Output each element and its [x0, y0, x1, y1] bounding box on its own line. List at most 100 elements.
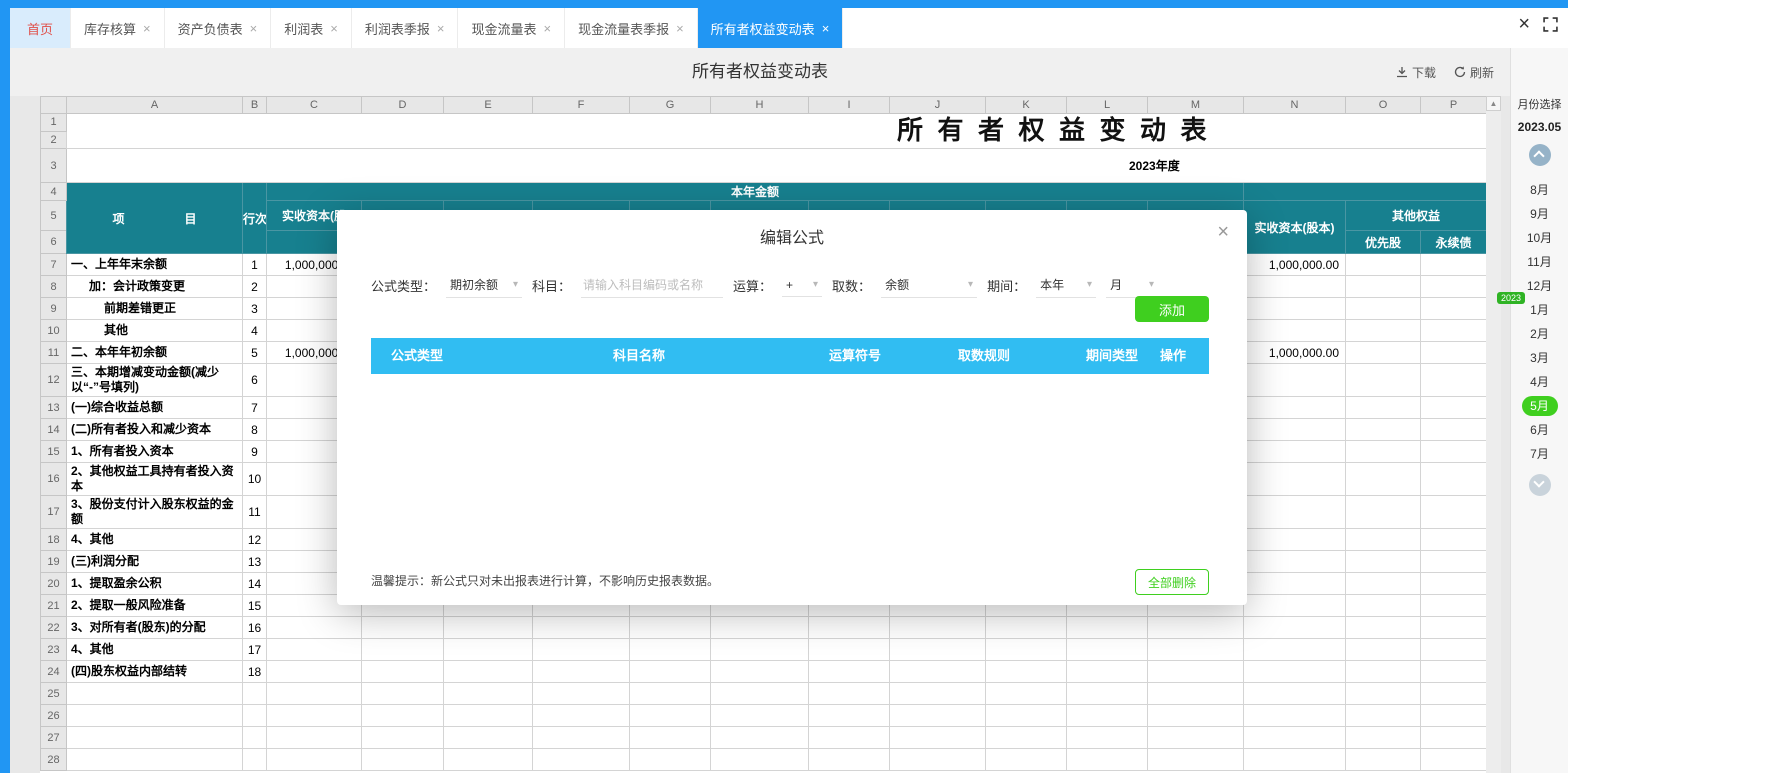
select-all-corner[interactable] — [40, 96, 67, 114]
row-label-cell[interactable]: 2、其他权益工具持有者投入资本 — [66, 462, 243, 496]
cell[interactable] — [889, 704, 986, 727]
cell[interactable] — [1345, 396, 1421, 419]
cell[interactable] — [985, 726, 1067, 749]
cell[interactable] — [1420, 440, 1486, 463]
row-label-cell[interactable]: (二)所有者投入和减少资本 — [66, 418, 243, 441]
value-cell[interactable] — [1243, 495, 1346, 529]
cell[interactable] — [1420, 748, 1486, 771]
dialog-close-icon[interactable]: × — [1217, 222, 1229, 242]
row-label-cell[interactable]: 3、股份支付计入股东权益的金额 — [66, 495, 243, 529]
row-header[interactable]: 3 — [40, 148, 67, 183]
delete-all-button[interactable]: 全部删除 — [1135, 569, 1209, 595]
header-line[interactable]: 行次 — [242, 182, 267, 254]
header-col[interactable]: 其他权益 — [1345, 200, 1486, 231]
cell[interactable] — [1345, 660, 1421, 683]
subject-input[interactable] — [581, 272, 724, 298]
cell[interactable] — [1345, 528, 1421, 551]
cell[interactable] — [629, 660, 711, 683]
cell[interactable] — [1345, 572, 1421, 595]
cell[interactable] — [808, 748, 890, 771]
cell[interactable] — [710, 616, 809, 639]
row-label-cell[interactable]: 1、所有者投入资本 — [66, 440, 243, 463]
row-header[interactable]: 25 — [40, 682, 67, 705]
cell[interactable] — [1420, 319, 1486, 342]
line-number-cell[interactable] — [242, 682, 267, 705]
scrollbar-up-arrow-icon[interactable]: ▲ — [1486, 96, 1501, 111]
value-cell[interactable] — [266, 682, 362, 705]
report-tab[interactable]: 库存核算 × — [71, 8, 165, 48]
header-group[interactable]: 本年金额 — [266, 182, 1244, 201]
cell[interactable] — [1147, 748, 1244, 771]
cell[interactable] — [1420, 594, 1486, 617]
cell[interactable] — [1420, 704, 1486, 727]
cell[interactable] — [1420, 462, 1486, 496]
row-header[interactable]: 17 — [40, 495, 67, 529]
row-header[interactable]: 19 — [40, 550, 67, 573]
line-number-cell[interactable] — [242, 704, 267, 727]
value-cell[interactable] — [1243, 528, 1346, 551]
tab-close-icon[interactable]: × — [143, 22, 151, 35]
row-label-cell[interactable]: (三)利润分配 — [66, 550, 243, 573]
month-item[interactable]: 11月 — [1511, 250, 1568, 274]
line-number-cell[interactable] — [242, 748, 267, 771]
row-label-cell[interactable]: 3、对所有者(股东)的分配 — [66, 616, 243, 639]
line-number-cell[interactable]: 8 — [242, 418, 267, 441]
cell[interactable] — [985, 704, 1067, 727]
row-header[interactable]: 7 — [40, 253, 67, 276]
month-item[interactable]: 7月 — [1511, 442, 1568, 466]
cell[interactable] — [1345, 726, 1421, 749]
row-header[interactable]: 22 — [40, 616, 67, 639]
cell[interactable] — [710, 682, 809, 705]
column-header[interactable]: K — [985, 96, 1067, 114]
value-cell[interactable] — [1243, 594, 1346, 617]
value-cell[interactable] — [1243, 440, 1346, 463]
line-number-cell[interactable]: 7 — [242, 396, 267, 419]
report-tab[interactable]: 现金流量表 × — [458, 8, 566, 48]
row-label-cell[interactable] — [66, 748, 243, 771]
column-header[interactable]: A — [66, 96, 243, 114]
cell[interactable] — [1066, 660, 1148, 683]
cell[interactable] — [443, 660, 533, 683]
fetch-rule-select[interactable]: 余额 ▾ — [881, 272, 978, 298]
cell[interactable] — [629, 616, 711, 639]
row-label-cell[interactable]: 2、提取一般风险准备 — [66, 594, 243, 617]
cell[interactable] — [443, 638, 533, 661]
line-number-cell[interactable]: 6 — [242, 363, 267, 397]
download-button[interactable]: 下载 — [1396, 64, 1436, 81]
column-header[interactable]: F — [532, 96, 630, 114]
line-number-cell[interactable]: 4 — [242, 319, 267, 342]
line-number-cell[interactable]: 14 — [242, 572, 267, 595]
cell[interactable] — [1066, 616, 1148, 639]
value-cell[interactable]: 1,000,000.00 — [1243, 341, 1346, 364]
row-label-cell[interactable] — [66, 704, 243, 727]
tab-home[interactable]: 首页 — [10, 8, 72, 48]
cell[interactable] — [1345, 418, 1421, 441]
cell[interactable] — [710, 638, 809, 661]
cell[interactable] — [532, 726, 630, 749]
cell[interactable] — [808, 726, 890, 749]
refresh-button[interactable]: 刷新 — [1454, 64, 1494, 81]
sheet-title-cell[interactable]: 所 有 者 权 益 变 动 表 — [66, 113, 1486, 149]
value-cell[interactable] — [1243, 297, 1346, 320]
column-header[interactable]: H — [710, 96, 809, 114]
tab-close-icon[interactable]: × — [543, 22, 551, 35]
value-cell[interactable] — [1243, 704, 1346, 727]
cell[interactable] — [1147, 638, 1244, 661]
report-tab[interactable]: 利润表季报 × — [352, 8, 459, 48]
cell[interactable] — [1345, 495, 1421, 529]
cell[interactable] — [1345, 550, 1421, 573]
row-header[interactable]: 21 — [40, 594, 67, 617]
value-cell[interactable]: 1,000,000.00 — [1243, 253, 1346, 276]
cell[interactable] — [1147, 660, 1244, 683]
cell[interactable] — [808, 660, 890, 683]
header-col[interactable]: 优先股 — [1345, 230, 1421, 254]
cell[interactable] — [1147, 704, 1244, 727]
cell[interactable] — [889, 748, 986, 771]
value-cell[interactable] — [266, 638, 362, 661]
value-cell[interactable] — [1243, 616, 1346, 639]
line-number-cell[interactable]: 2 — [242, 275, 267, 298]
row-header[interactable]: 5 — [40, 200, 67, 231]
scroll-months-up-button[interactable] — [1528, 144, 1551, 166]
cell[interactable] — [361, 638, 444, 661]
vertical-scrollbar[interactable]: ▲ — [1486, 96, 1501, 773]
